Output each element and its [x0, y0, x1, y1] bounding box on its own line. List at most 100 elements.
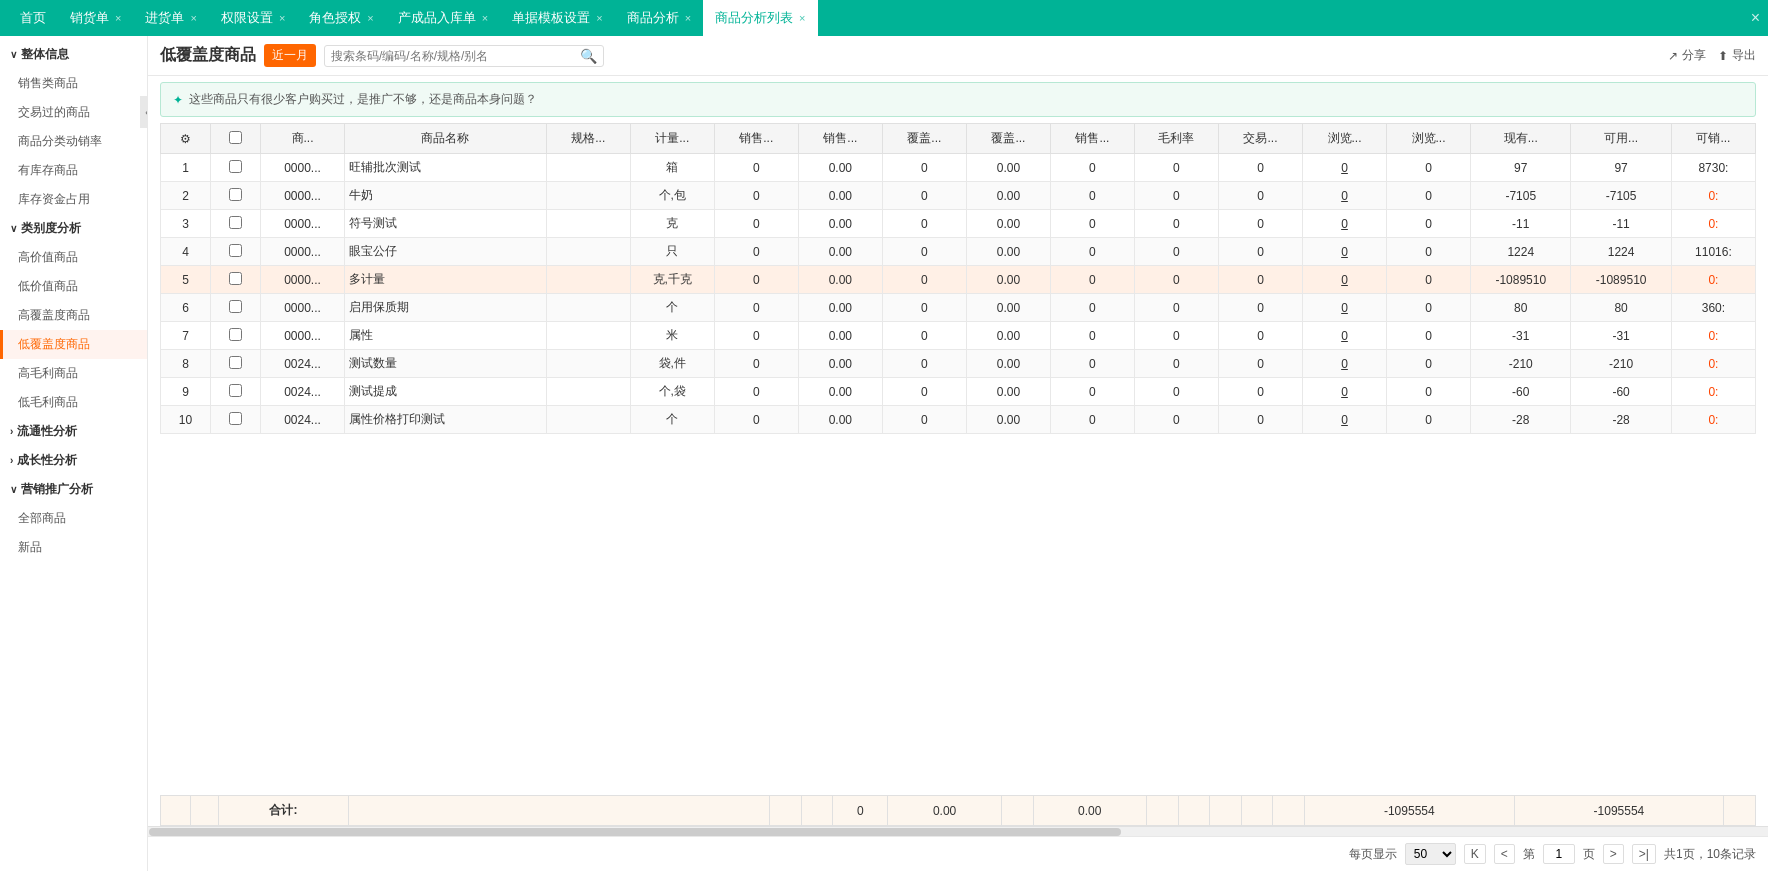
- table-container[interactable]: ⚙ 商... 商品名称 规格... 计量... 销售... 销售... 覆盖..…: [148, 123, 1768, 795]
- nav-close-all-button[interactable]: ×: [1751, 9, 1760, 27]
- table-cell: 0: [714, 406, 798, 434]
- sidebar-item-low-coverage[interactable]: 低覆盖度商品: [0, 330, 147, 359]
- nav-tab-roles[interactable]: 角色授权 ×: [297, 0, 385, 36]
- horizontal-scrollbar[interactable]: [148, 826, 1768, 836]
- table-cell[interactable]: 0: [1303, 294, 1387, 322]
- sidebar-collapse-button[interactable]: «: [140, 96, 148, 128]
- sidebar-section-flow[interactable]: › 流通性分析: [0, 417, 147, 446]
- select-all-checkbox[interactable]: [229, 131, 242, 144]
- nav-tab-analysis-list[interactable]: 商品分析列表 ×: [703, 0, 817, 36]
- nav-tab-products[interactable]: 产成品入库单 ×: [386, 0, 500, 36]
- nav-tab-close[interactable]: ×: [279, 12, 285, 24]
- nav-tab-close-active[interactable]: ×: [799, 12, 805, 24]
- table-cell[interactable]: [211, 294, 261, 322]
- search-input[interactable]: [331, 49, 580, 63]
- first-page-button[interactable]: K: [1464, 844, 1486, 864]
- arrow-right-icon: ›: [10, 455, 13, 466]
- search-icon[interactable]: 🔍: [580, 48, 597, 64]
- table-cell[interactable]: [211, 406, 261, 434]
- table-cell: 0: [1134, 182, 1218, 210]
- nav-tab-sales[interactable]: 销货单 ×: [58, 0, 133, 36]
- table-cell: 0: [882, 294, 966, 322]
- sidebar-item-sales-goods[interactable]: 销售类商品: [0, 69, 147, 98]
- table-cell[interactable]: [211, 378, 261, 406]
- table-cell[interactable]: [211, 154, 261, 182]
- date-filter-button[interactable]: 近一月: [264, 44, 316, 67]
- share-button[interactable]: ↗ 分享: [1668, 47, 1706, 64]
- table-cell: 360:: [1671, 294, 1755, 322]
- summary-label: 合计:: [269, 803, 297, 817]
- row-checkbox[interactable]: [229, 188, 242, 201]
- table-cell[interactable]: 0: [1303, 350, 1387, 378]
- table-cell[interactable]: 0: [1303, 210, 1387, 238]
- row-checkbox[interactable]: [229, 356, 242, 369]
- row-checkbox[interactable]: [229, 328, 242, 341]
- column-coverage-b: 覆盖...: [966, 124, 1050, 154]
- table-cell[interactable]: 0: [1303, 322, 1387, 350]
- sidebar-item-new-goods[interactable]: 新品: [0, 533, 147, 562]
- nav-tab-home[interactable]: 首页: [8, 0, 58, 36]
- sidebar-section-category[interactable]: ∨ 类别度分析: [0, 214, 147, 243]
- table-cell[interactable]: 0: [1303, 154, 1387, 182]
- nav-tab-permissions[interactable]: 权限设置 ×: [209, 0, 297, 36]
- page-input[interactable]: [1543, 844, 1575, 864]
- row-checkbox[interactable]: [229, 160, 242, 173]
- table-cell: [546, 238, 630, 266]
- sidebar-item-capital-usage[interactable]: 库存资金占用: [0, 185, 147, 214]
- nav-tab-close[interactable]: ×: [115, 12, 121, 24]
- nav-tab-templates[interactable]: 单据模板设置 ×: [500, 0, 614, 36]
- export-button[interactable]: ⬆ 导出: [1718, 47, 1756, 64]
- table-cell: 0.00: [798, 210, 882, 238]
- table-cell[interactable]: [211, 210, 261, 238]
- nav-tab-close[interactable]: ×: [596, 12, 602, 24]
- content-header: 低覆盖度商品 近一月 🔍 ↗ 分享 ⬆ 导出: [148, 36, 1768, 76]
- sidebar-item-high-margin[interactable]: 高毛利商品: [0, 359, 147, 388]
- table-cell: 0: [882, 210, 966, 238]
- per-page-select[interactable]: 50 20 100 200: [1405, 843, 1456, 865]
- sidebar-item-traded-goods[interactable]: 交易过的商品: [0, 98, 147, 127]
- scrollbar-thumb[interactable]: [149, 828, 1121, 836]
- table-cell[interactable]: 0: [1303, 406, 1387, 434]
- table-cell[interactable]: [211, 182, 261, 210]
- table-cell[interactable]: 0: [1303, 182, 1387, 210]
- table-cell[interactable]: [211, 350, 261, 378]
- last-page-button[interactable]: >|: [1632, 844, 1656, 864]
- sidebar-section-overall[interactable]: ∨ 整体信息: [0, 40, 147, 69]
- sidebar-item-in-stock[interactable]: 有库存商品: [0, 156, 147, 185]
- row-checkbox[interactable]: [229, 216, 242, 229]
- nav-tab-close[interactable]: ×: [190, 12, 196, 24]
- table-cell[interactable]: 0: [1303, 266, 1387, 294]
- nav-tab-close[interactable]: ×: [685, 12, 691, 24]
- table-cell[interactable]: 0: [1303, 378, 1387, 406]
- prev-page-button[interactable]: <: [1494, 844, 1515, 864]
- page-end-label: 页: [1583, 846, 1595, 863]
- row-checkbox[interactable]: [229, 384, 242, 397]
- sidebar-item-all-goods[interactable]: 全部商品: [0, 504, 147, 533]
- table-cell[interactable]: [211, 238, 261, 266]
- sidebar-item-low-margin[interactable]: 低毛利商品: [0, 388, 147, 417]
- sidebar-item-high-value[interactable]: 高价值商品: [0, 243, 147, 272]
- sidebar-item-high-coverage[interactable]: 高覆盖度商品: [0, 301, 147, 330]
- nav-tab-purchase[interactable]: 进货单 ×: [133, 0, 208, 36]
- next-page-button[interactable]: >: [1603, 844, 1624, 864]
- sidebar-item-low-value[interactable]: 低价值商品: [0, 272, 147, 301]
- nav-tab-close[interactable]: ×: [482, 12, 488, 24]
- row-checkbox[interactable]: [229, 272, 242, 285]
- table-cell[interactable]: [211, 322, 261, 350]
- row-checkbox[interactable]: [229, 244, 242, 257]
- table-cell: 1: [161, 154, 211, 182]
- table-cell: -28: [1471, 406, 1571, 434]
- table-cell: 11016:: [1671, 238, 1755, 266]
- table-cell[interactable]: 0: [1303, 238, 1387, 266]
- nav-tab-close[interactable]: ×: [367, 12, 373, 24]
- sidebar-section-growth[interactable]: › 成长性分析: [0, 446, 147, 475]
- column-settings[interactable]: ⚙: [161, 124, 211, 154]
- row-checkbox[interactable]: [229, 300, 242, 313]
- sidebar-section-marketing[interactable]: ∨ 营销推广分析: [0, 475, 147, 504]
- pagination-bar: 每页显示 50 20 100 200 K < 第 页 > >| 共1页，10条记…: [148, 836, 1768, 871]
- table-cell: 0: [1218, 406, 1302, 434]
- nav-tab-analysis[interactable]: 商品分析 ×: [615, 0, 703, 36]
- table-cell[interactable]: [211, 266, 261, 294]
- sidebar-item-category-turnover[interactable]: 商品分类动销率: [0, 127, 147, 156]
- row-checkbox[interactable]: [229, 412, 242, 425]
